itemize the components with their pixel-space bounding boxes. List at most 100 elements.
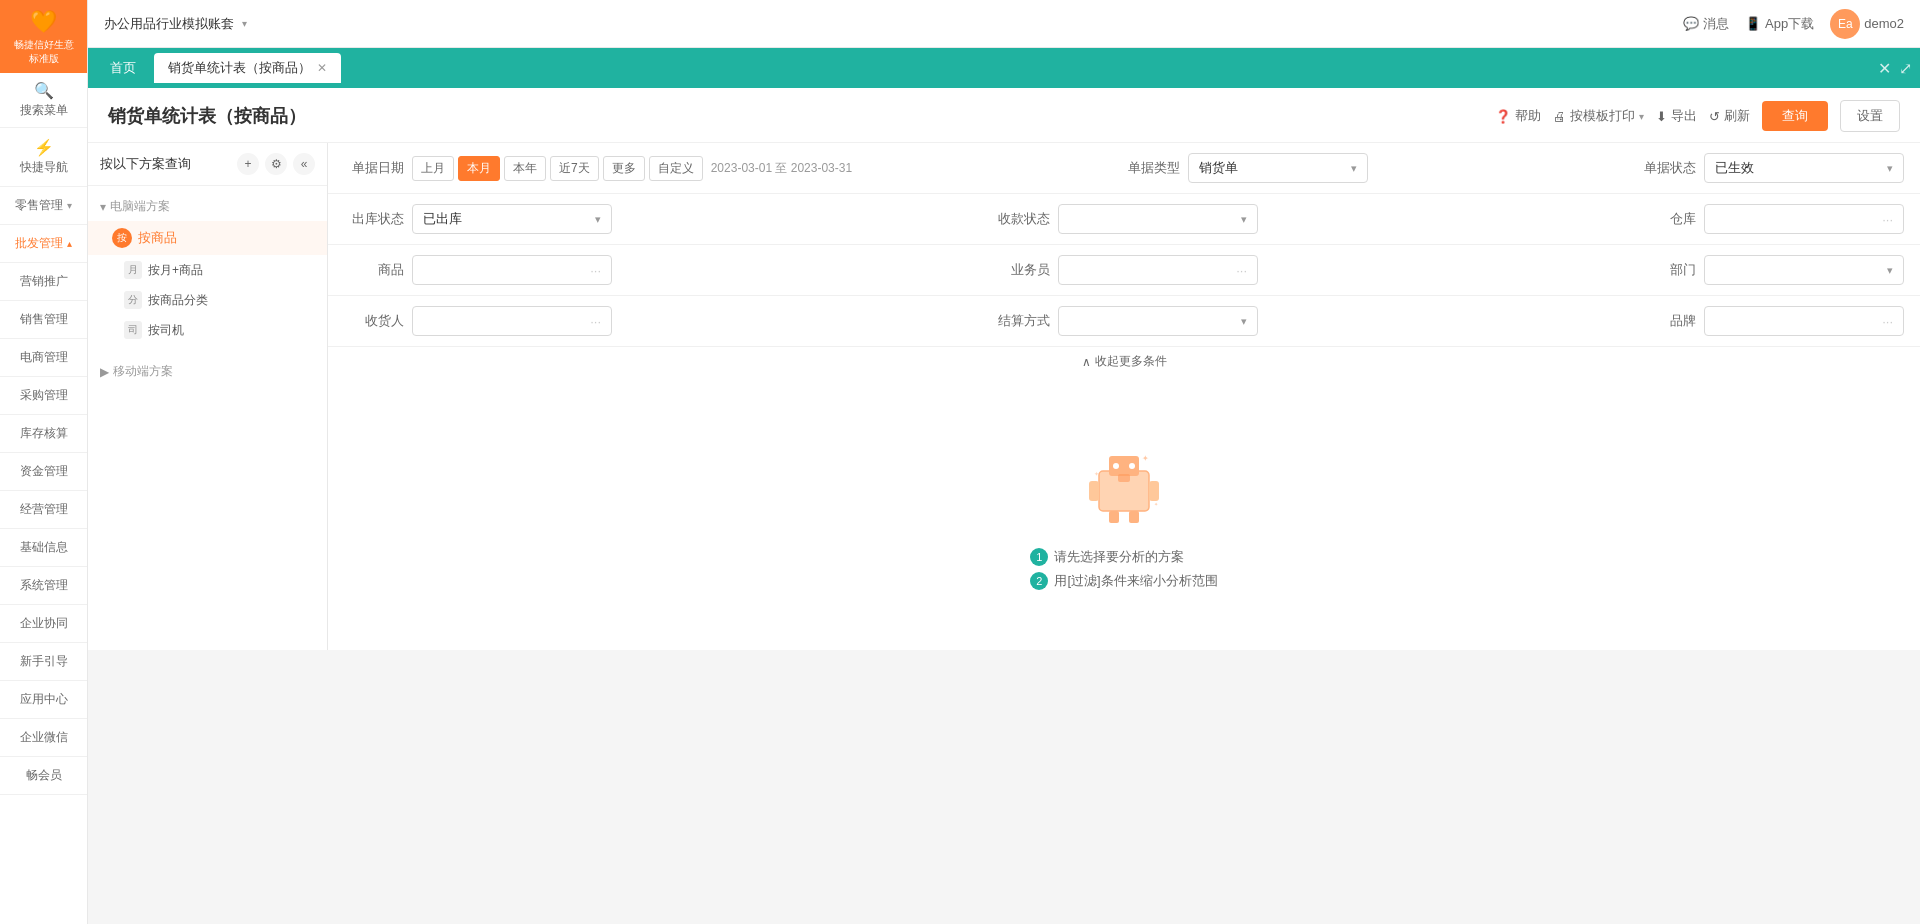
tree-item-by-goods-category[interactable]: 分 按商品分类 xyxy=(88,285,327,315)
collapse-row[interactable]: ∧ 收起更多条件 xyxy=(328,347,1920,376)
date-btn-more[interactable]: 更多 xyxy=(603,156,645,181)
refresh-btn[interactable]: ↺ 刷新 xyxy=(1709,107,1750,125)
sidebar-item-cooperation[interactable]: 企业协同 xyxy=(0,605,87,643)
sidebar-item-inventory[interactable]: 库存核算 xyxy=(0,415,87,453)
sidebar-item-operation[interactable]: 经营管理 xyxy=(0,491,87,529)
help-icon: ❓ xyxy=(1495,109,1511,124)
sidebar-item-system[interactable]: 系统管理 xyxy=(0,567,87,605)
tip-num-2: 2 xyxy=(1030,572,1048,590)
tree-item-by-goods[interactable]: 按 按商品 xyxy=(88,221,327,255)
receiver-input[interactable]: ··· xyxy=(412,306,612,336)
department-input[interactable]: ▾ xyxy=(1704,255,1904,285)
sidebar-item-purchase[interactable]: 采购管理 xyxy=(0,377,87,415)
ecommerce-label: 电商管理 xyxy=(20,350,68,364)
wholesale-label: 批发管理 xyxy=(15,236,63,250)
out-status-label: 出库状态 xyxy=(344,210,404,228)
doc-status-select[interactable]: 已生效 ▾ xyxy=(1704,153,1904,183)
sidebar-item-guide[interactable]: 新手引导 xyxy=(0,643,87,681)
date-btn-this-year[interactable]: 本年 xyxy=(504,156,546,181)
tab-maximize-icon[interactable]: ⤢ xyxy=(1899,59,1912,78)
payment-status-chevron-icon: ▾ xyxy=(1241,213,1247,226)
tab-home-label: 首页 xyxy=(110,59,136,77)
out-status-select[interactable]: 已出库 ▾ xyxy=(412,204,612,234)
print-btn[interactable]: 🖨 按模板打印 ▾ xyxy=(1553,107,1644,125)
by-month-goods-icon: 月 xyxy=(124,261,142,279)
page-title: 销货单统计表（按商品） xyxy=(108,104,306,128)
tree-item-by-clerk[interactable]: 司 按司机 xyxy=(88,315,327,345)
sidebar-item-search-menu[interactable]: 🔍 搜索菜单 xyxy=(0,73,87,128)
tab-window-actions: ✕ ⤢ xyxy=(1878,59,1912,78)
sidebar-item-quick-nav[interactable]: ⚡ 快捷导航 xyxy=(0,128,87,187)
sidebar-item-wholesale[interactable]: 批发管理 ▴ xyxy=(0,225,87,263)
print-arrow-icon: ▾ xyxy=(1639,111,1644,122)
doc-status-label: 单据状态 xyxy=(1636,159,1696,177)
svg-point-2 xyxy=(1113,463,1119,469)
doc-type-select[interactable]: 销货单 ▾ xyxy=(1188,153,1368,183)
date-btn-last-month[interactable]: 上月 xyxy=(412,156,454,181)
settings-button[interactable]: 设置 xyxy=(1840,100,1900,132)
page-header: 销货单统计表（按商品） ❓ 帮助 🖨 按模板打印 ▾ ⬇ 导出 xyxy=(88,88,1920,143)
brand-input[interactable]: ··· xyxy=(1704,306,1904,336)
goods-input-wrapper: ··· xyxy=(412,255,612,285)
sidebar-item-ecommerce[interactable]: 电商管理 xyxy=(0,339,87,377)
svg-rect-7 xyxy=(1109,511,1119,523)
filter-row-3: 商品 ··· 业务员 ··· xyxy=(328,245,1920,296)
sidebar-item-finance[interactable]: 资金管理 xyxy=(0,453,87,491)
print-label: 按模板打印 xyxy=(1570,107,1635,125)
payment-status-select[interactable]: ▾ xyxy=(1058,204,1258,234)
sidebar: 🧡 畅捷信好生意 标准版 🔍 搜索菜单 ⚡ 快捷导航 零售管理 ▾ 批发管理 ▴… xyxy=(0,0,88,924)
payment-method-input-wrapper: ▾ xyxy=(1058,306,1258,336)
svg-rect-5 xyxy=(1089,481,1099,501)
tree-item-by-month-goods[interactable]: 月 按月+商品 xyxy=(88,255,327,285)
doc-type-chevron-icon: ▾ xyxy=(1351,162,1357,175)
salesperson-input[interactable]: ··· xyxy=(1058,255,1258,285)
sidebar-item-wechat[interactable]: 企业微信 xyxy=(0,719,87,757)
sidebar-item-sales[interactable]: 销售管理 xyxy=(0,301,87,339)
sidebar-item-appstore[interactable]: 应用中心 xyxy=(0,681,87,719)
panel-header: 按以下方案查询 + ⚙ « xyxy=(88,143,327,186)
svg-rect-6 xyxy=(1149,481,1159,501)
workspace-arrow-icon[interactable]: ▾ xyxy=(242,18,247,29)
operation-label: 经营管理 xyxy=(20,502,68,516)
date-btn-last-7-days[interactable]: 近7天 xyxy=(550,156,599,181)
app-download-btn[interactable]: 📱 App下载 xyxy=(1745,15,1814,33)
panel-header-actions: + ⚙ « xyxy=(237,153,315,175)
sidebar-item-retail[interactable]: 零售管理 ▾ xyxy=(0,187,87,225)
payment-method-select[interactable]: ▾ xyxy=(1058,306,1258,336)
message-btn[interactable]: 💬 消息 xyxy=(1683,15,1729,33)
logo-text: 畅捷信好生意 xyxy=(14,39,74,50)
date-label: 单据日期 xyxy=(344,159,404,177)
main-content: 办公用品行业模拟账套 ▾ 💬 消息 📱 App下载 Ea demo2 首页 xyxy=(88,0,1920,924)
tab-close-window-icon[interactable]: ✕ xyxy=(1878,59,1891,78)
date-btn-this-month[interactable]: 本月 xyxy=(458,156,500,181)
user-area[interactable]: Ea demo2 xyxy=(1830,9,1904,39)
export-btn[interactable]: ⬇ 导出 xyxy=(1656,107,1697,125)
sidebar-item-basic[interactable]: 基础信息 xyxy=(0,529,87,567)
sidebar-item-marketing[interactable]: 营销推广 xyxy=(0,263,87,301)
header-right: 💬 消息 📱 App下载 Ea demo2 xyxy=(1683,9,1904,39)
brand-label: 品牌 xyxy=(1636,312,1696,330)
goods-input[interactable]: ··· xyxy=(412,255,612,285)
retail-arrow: ▾ xyxy=(67,200,72,211)
help-btn[interactable]: ❓ 帮助 xyxy=(1495,107,1541,125)
tab-home[interactable]: 首页 xyxy=(96,53,150,83)
tree-item-by-month-goods-label: 按月+商品 xyxy=(148,262,203,279)
brand-input-wrapper: ··· xyxy=(1704,306,1904,336)
query-button[interactable]: 查询 xyxy=(1762,101,1828,131)
message-label: 消息 xyxy=(1703,15,1729,33)
date-btn-custom[interactable]: 自定义 xyxy=(649,156,703,181)
cooperation-label: 企业协同 xyxy=(20,616,68,630)
warehouse-input[interactable]: ··· xyxy=(1704,204,1904,234)
sidebar-item-member[interactable]: 畅会员 xyxy=(0,757,87,795)
tree-item-by-goods-label: 按商品 xyxy=(138,229,177,247)
tab-close-icon[interactable]: ✕ xyxy=(317,62,327,74)
filter-row-2: 出库状态 已出库 ▾ 收款状态 ▾ xyxy=(328,194,1920,245)
panel-add-btn[interactable]: + xyxy=(237,153,259,175)
panel-collapse-btn[interactable]: « xyxy=(293,153,315,175)
tree-mobile-group-title[interactable]: ▶ 移动端方案 xyxy=(88,357,327,386)
panel-settings-btn[interactable]: ⚙ xyxy=(265,153,287,175)
tab-report[interactable]: 销货单统计表（按商品） ✕ xyxy=(154,53,341,83)
inventory-label: 库存核算 xyxy=(20,426,68,440)
svg-point-3 xyxy=(1129,463,1135,469)
tree-pc-group-title[interactable]: ▾ 电脑端方案 xyxy=(88,192,327,221)
